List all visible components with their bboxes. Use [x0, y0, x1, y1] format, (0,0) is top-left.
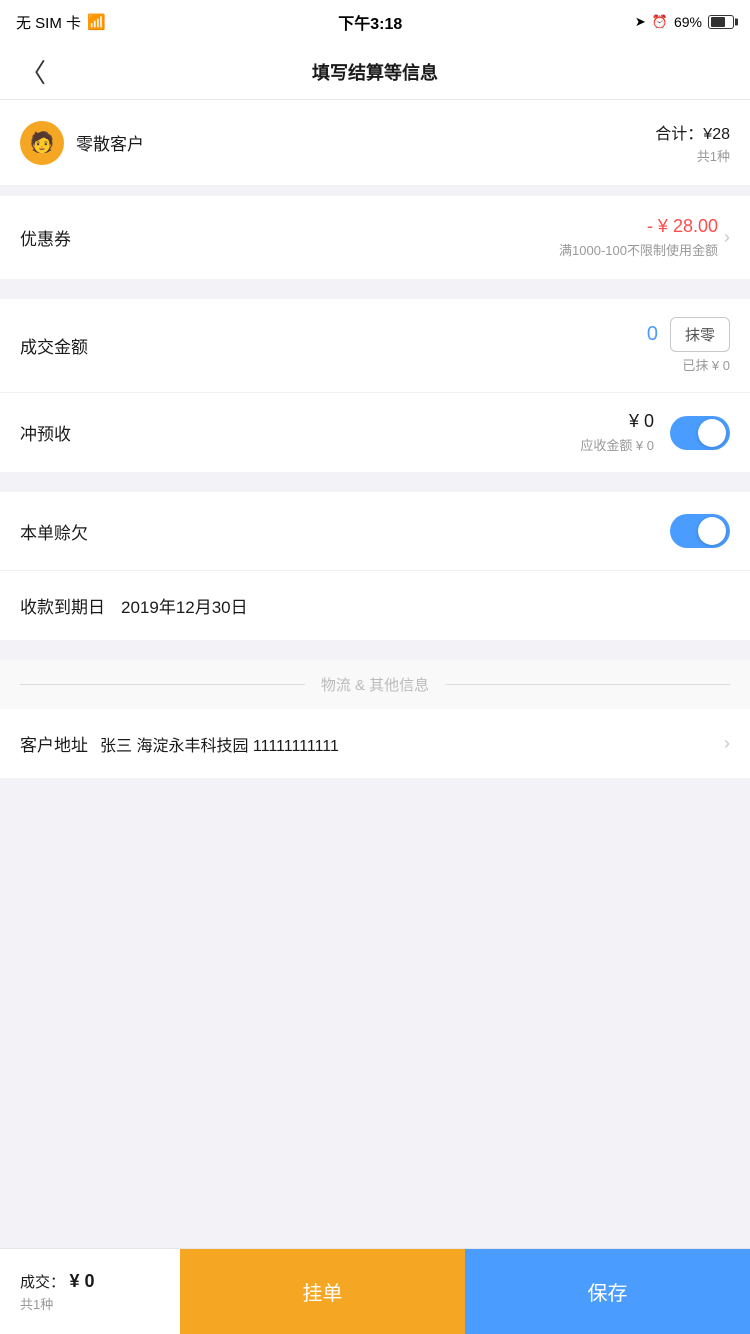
debt-toggle[interactable] [670, 514, 730, 548]
avatar-icon: 🧑 [30, 130, 55, 155]
deal-amount-sub: 已抹 ¥ 0 [647, 355, 730, 374]
debt-toggle-knob [698, 517, 726, 545]
avatar: 🧑 [20, 121, 64, 165]
deal-amount-row: 成交金额 0 抹零 已抹 ¥ 0 [0, 299, 750, 393]
bottom-deal-label: 成交： [20, 1274, 65, 1291]
coupon-right: - ¥ 28.00 满1000-100不限制使用金额 › [559, 216, 730, 259]
customer-section: 🧑 零散客户 合计：¥28 共1种 [0, 100, 750, 186]
toggle-knob [698, 419, 726, 447]
debt-section: 本单赊欠 收款到期日 2019年12月30日 [0, 492, 750, 640]
back-button[interactable]: 〈 [20, 53, 60, 90]
customer-count: 共1种 [655, 146, 730, 165]
deal-section: 成交金额 0 抹零 已抹 ¥ 0 冲预收 ¥ 0 应收金额 ¥ 0 [0, 299, 750, 472]
no-sim-text: 无 SIM 卡 [16, 12, 81, 33]
battery-percent: 69% [674, 14, 702, 30]
logistics-text: 物流 & 其他信息 [305, 674, 445, 695]
coupon-section: 优惠券 - ¥ 28.00 满1000-100不限制使用金额 › [0, 196, 750, 279]
address-section: 客户地址 张三 海淀永丰科技园 11111111111 › [0, 709, 750, 778]
status-bar: 无 SIM 卡 📶 下午3:18 ➤ ⏰ 69% [0, 0, 750, 44]
logistics-line-right [445, 684, 730, 685]
address-value: 张三 海淀永丰科技园 11111111111 [100, 732, 724, 756]
page-title: 填写结算等信息 [312, 59, 438, 85]
logistics-header: 物流 & 其他信息 [0, 660, 750, 709]
nav-bar: 〈 填写结算等信息 [0, 44, 750, 100]
address-chevron-icon: › [724, 733, 730, 754]
deal-amount-controls: 0 抹零 [647, 317, 730, 352]
round-zero-button[interactable]: 抹零 [670, 317, 730, 352]
empty-space [0, 788, 750, 988]
customer-row[interactable]: 🧑 零散客户 合计：¥28 共1种 [0, 100, 750, 186]
status-left: 无 SIM 卡 📶 [16, 12, 106, 33]
save-button[interactable]: 保存 [465, 1249, 750, 1334]
pre-receive-sub: 应收金额 ¥ 0 [580, 435, 654, 454]
due-date-label: 收款到期日 [20, 593, 105, 618]
bottom-deal-line: 成交： ¥ 0 [20, 1271, 160, 1292]
due-date-value: 2019年12月30日 [121, 593, 248, 618]
deal-amount-right: 0 抹零 已抹 ¥ 0 [647, 317, 730, 374]
location-icon: ➤ [635, 14, 646, 30]
customer-total: 合计：¥28 [655, 120, 730, 144]
alarm-icon: ⏰ [652, 14, 668, 30]
status-time: 下午3:18 [338, 10, 402, 34]
customer-name: 零散客户 [76, 130, 144, 155]
section-divider-2 [0, 482, 750, 492]
chevron-right-icon: › [724, 227, 730, 248]
deal-amount-value[interactable]: 0 [647, 323, 658, 346]
customer-right: 合计：¥28 共1种 [655, 120, 730, 165]
logistics-line-left [20, 684, 305, 685]
coupon-row[interactable]: 优惠券 - ¥ 28.00 满1000-100不限制使用金额 › [0, 196, 750, 279]
coupon-amount: - ¥ 28.00 [559, 216, 718, 237]
address-row[interactable]: 客户地址 张三 海淀永丰科技园 11111111111 › [0, 709, 750, 778]
battery-icon [708, 14, 734, 30]
section-divider-1 [0, 289, 750, 299]
pre-receive-amounts: ¥ 0 应收金额 ¥ 0 [580, 411, 654, 454]
coupon-content: - ¥ 28.00 满1000-100不限制使用金额 [559, 216, 718, 259]
bottom-buttons: 挂单 保存 [180, 1249, 750, 1334]
status-right: ➤ ⏰ 69% [635, 14, 734, 30]
wifi-icon: 📶 [87, 13, 106, 31]
pre-receive-toggle[interactable] [670, 416, 730, 450]
section-divider-3 [0, 650, 750, 660]
bottom-summary: 成交： ¥ 0 共1种 [0, 1271, 180, 1313]
bottom-count: 共1种 [20, 1294, 160, 1313]
pre-receive-row: 冲预收 ¥ 0 应收金额 ¥ 0 [0, 393, 750, 472]
pre-receive-value: ¥ 0 [580, 411, 654, 432]
bottom-deal-value: ¥ 0 [69, 1271, 94, 1291]
debt-row: 本单赊欠 [0, 492, 750, 570]
pre-receive-right: ¥ 0 应收金额 ¥ 0 [580, 411, 730, 454]
bottom-bar: 成交： ¥ 0 共1种 挂单 保存 [0, 1248, 750, 1334]
due-date-row[interactable]: 收款到期日 2019年12月30日 [0, 570, 750, 640]
coupon-desc: 满1000-100不限制使用金额 [559, 240, 718, 259]
content: 🧑 零散客户 合计：¥28 共1种 优惠券 - ¥ 28.00 满1000-10… [0, 100, 750, 1078]
customer-left: 🧑 零散客户 [20, 121, 144, 165]
debt-label: 本单赊欠 [20, 519, 88, 544]
address-label: 客户地址 [20, 731, 92, 756]
deal-amount-label: 成交金额 [20, 333, 88, 358]
pre-receive-label: 冲预收 [20, 420, 71, 445]
hang-button[interactable]: 挂单 [180, 1249, 465, 1334]
coupon-label: 优惠券 [20, 225, 71, 250]
